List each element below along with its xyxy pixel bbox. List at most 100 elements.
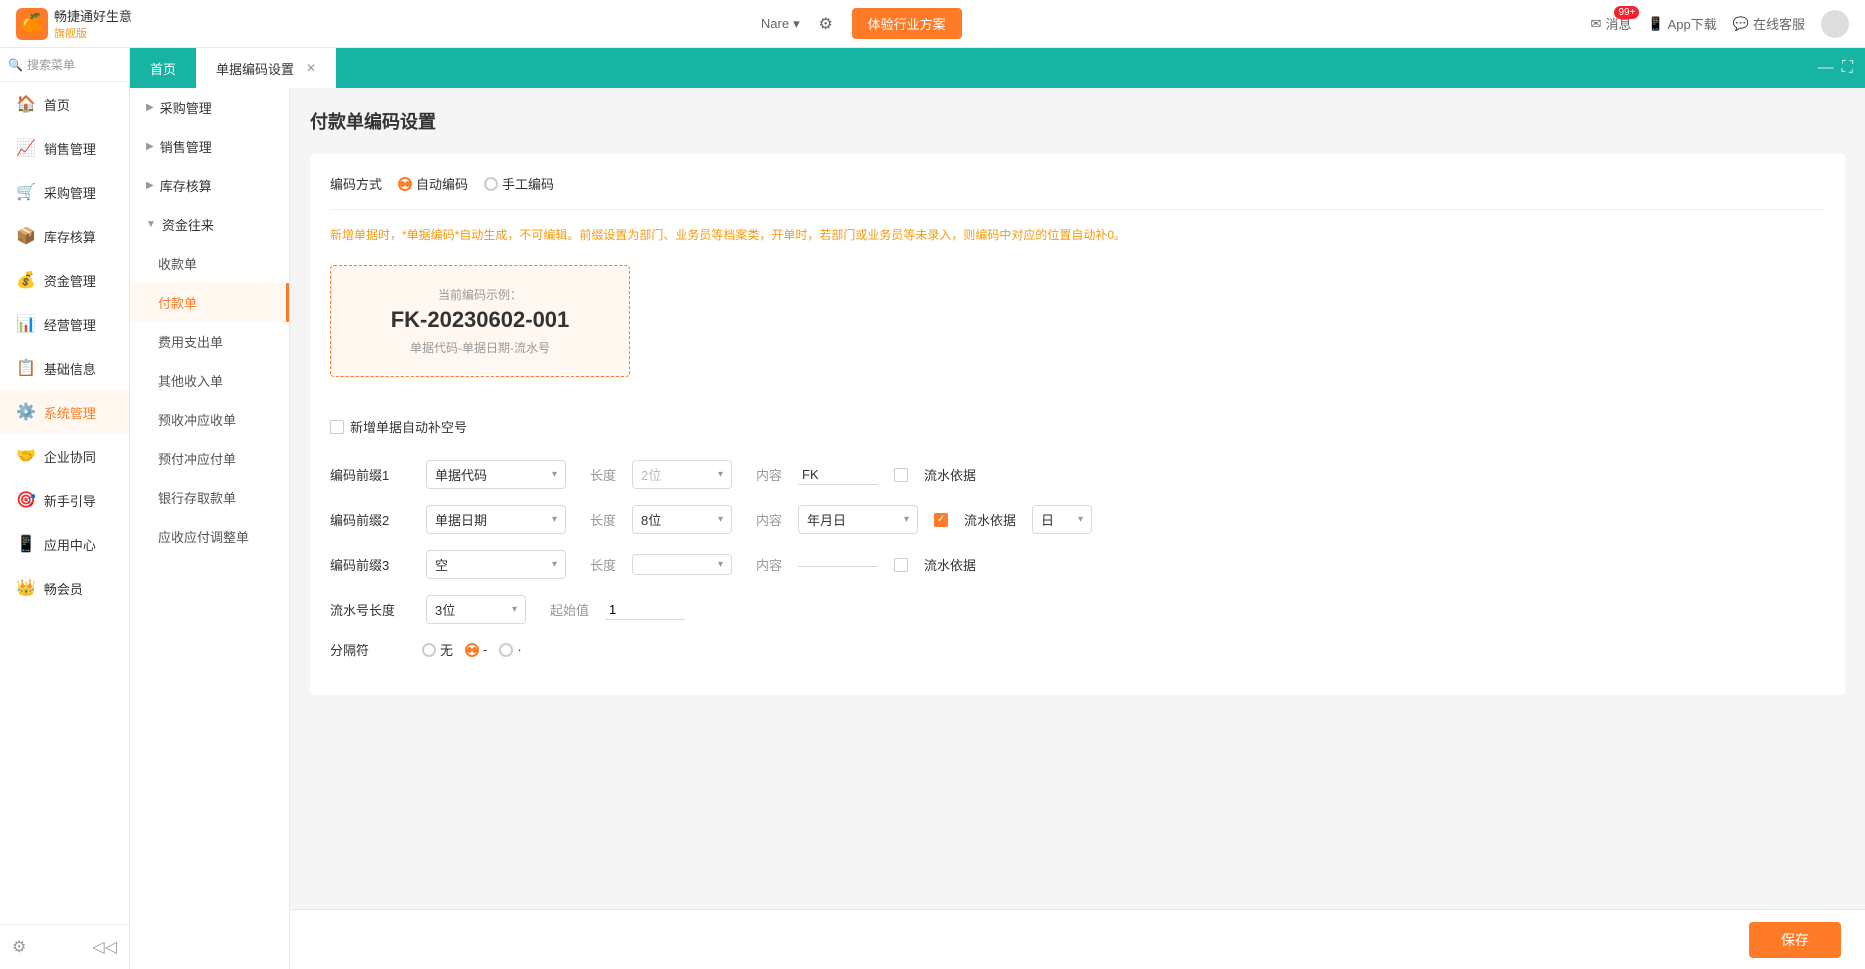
- prefix1-select[interactable]: 单据代码 ▾: [426, 460, 566, 489]
- stream2-period-select[interactable]: 日 ▾: [1032, 505, 1092, 534]
- sidebar-item-inventory-label: 库存核算: [44, 227, 96, 246]
- sidebar-item-newguide[interactable]: 🎯 新手引导: [0, 478, 129, 522]
- content1-label: 内容: [756, 465, 782, 484]
- tab-encoding[interactable]: 单据编码设置 ✕: [196, 48, 336, 88]
- sub-item-receivable-adjust[interactable]: 应收应付调整单: [130, 517, 289, 556]
- sidebar-item-operations[interactable]: 📊 经营管理: [0, 302, 129, 346]
- sub-item-bank-deposit[interactable]: 银行存取款单: [130, 478, 289, 517]
- content2-select[interactable]: 年月日 ▾: [798, 505, 918, 534]
- online-service-button[interactable]: 💬 在线客服: [1733, 14, 1805, 33]
- sidebar-item-vip[interactable]: 👑 畅会员: [0, 566, 129, 610]
- sub-item-receipt-label: 收款单: [158, 257, 197, 272]
- length2-select[interactable]: 8位 ▾: [632, 505, 732, 534]
- app-download-button[interactable]: 📱 App下载: [1647, 14, 1716, 33]
- sub-item-prepay-payment-label: 预付冲应付单: [158, 452, 236, 467]
- sidebar-item-enterprise[interactable]: 🤝 企业协同: [0, 434, 129, 478]
- sidebar-item-purchase[interactable]: 🛒 采购管理: [0, 170, 129, 214]
- prefix3-select[interactable]: 空 ▾: [426, 550, 566, 579]
- sidebar-item-system-label: 系统管理: [44, 403, 96, 422]
- sidebar-item-system[interactable]: ⚙️ 系统管理: [0, 390, 129, 434]
- preview-label: 当前编码示例：: [355, 286, 605, 303]
- sub-item-other-income[interactable]: 其他收入单: [130, 361, 289, 400]
- sub-item-prepay-payment[interactable]: 预付冲应付单: [130, 439, 289, 478]
- stream2-checkbox[interactable]: ✓: [934, 513, 948, 527]
- sidebar-item-basic-label: 基础信息: [44, 359, 96, 378]
- length1-select[interactable]: 2位 ▾: [632, 460, 732, 489]
- length2-label: 长度: [590, 510, 616, 529]
- sidebar-item-finance[interactable]: 💰 资金管理: [0, 258, 129, 302]
- prefix3-chevron-icon: ▾: [552, 559, 557, 570]
- sep-dot-value: ·: [517, 642, 521, 657]
- sub-header-capital[interactable]: ▼ 资金往来: [130, 205, 289, 244]
- auto-fill-checkbox[interactable]: [330, 420, 344, 434]
- sub-item-receipt[interactable]: 收款单: [130, 244, 289, 283]
- sep-dash-radio[interactable]: -: [465, 642, 487, 657]
- arrow-purchase-icon: ▶: [146, 102, 154, 113]
- enterprise-icon: 🤝: [16, 446, 36, 466]
- tab-encoding-label: 单据编码设置: [216, 59, 294, 78]
- auto-encoding-radio[interactable]: 自动编码: [398, 174, 468, 193]
- auto-encoding-label: 自动编码: [416, 174, 468, 193]
- start-value-input[interactable]: 1: [605, 600, 685, 620]
- tab-home[interactable]: 首页: [130, 48, 196, 88]
- sub-item-prepay-receivable[interactable]: 预收冲应收单: [130, 400, 289, 439]
- message-button[interactable]: ✉ 消息 99+: [1591, 14, 1632, 33]
- sub-item-expense[interactable]: 费用支出单: [130, 322, 289, 361]
- search-menu[interactable]: 🔍 搜索菜单: [0, 48, 129, 82]
- sub-group-purchase: ▶ 采购管理: [130, 88, 289, 127]
- sidebar-item-appcenter[interactable]: 📱 应用中心: [0, 522, 129, 566]
- topbar-right: ✉ 消息 99+ 📱 App下载 💬 在线客服: [1591, 10, 1849, 38]
- sub-header-purchase[interactable]: ▶ 采购管理: [130, 88, 289, 127]
- sep-dot-radio[interactable]: ·: [499, 642, 521, 657]
- prefix2-select[interactable]: 单据日期 ▾: [426, 505, 566, 534]
- newguide-icon: 🎯: [16, 490, 36, 510]
- company-dropdown[interactable]: Nare ▾: [761, 16, 800, 32]
- prefix1-chevron-icon: ▾: [552, 469, 557, 480]
- avatar[interactable]: [1821, 10, 1849, 38]
- prefix3-label: 编码前缀3: [330, 555, 410, 574]
- sub-item-payment[interactable]: 付款单: [130, 283, 289, 322]
- sub-group-sales: ▶ 销售管理: [130, 127, 289, 166]
- info-text: 新增单据时，*单据编码*自动生成，不可编辑。前缀设置为部门、业务员等档案类，开单…: [330, 226, 1825, 245]
- stream3-checkbox[interactable]: [894, 558, 908, 572]
- sub-header-inventory-label: 库存核算: [160, 176, 212, 195]
- length1-value: 2位: [641, 465, 661, 484]
- trial-button[interactable]: 体验行业方案: [852, 8, 962, 39]
- sidebar-item-inventory[interactable]: 📦 库存核算: [0, 214, 129, 258]
- settings-icon[interactable]: ⚙: [812, 10, 840, 38]
- tab-minimize-icon[interactable]: —: [1818, 59, 1834, 77]
- inventory-icon: 📦: [16, 226, 36, 246]
- sub-header-sales-label: 销售管理: [160, 137, 212, 156]
- operations-icon: 📊: [16, 314, 36, 334]
- length2-value: 8位: [641, 510, 661, 529]
- sidebar-item-basic[interactable]: 📋 基础信息: [0, 346, 129, 390]
- sub-header-sales[interactable]: ▶ 销售管理: [130, 127, 289, 166]
- content1-value: FK: [798, 465, 878, 485]
- company-name: Nare: [761, 16, 789, 31]
- sub-sidebar: ▶ 采购管理 ▶ 销售管理 ▶ 库存核算: [130, 88, 290, 969]
- sub-header-inventory[interactable]: ▶ 库存核算: [130, 166, 289, 205]
- sub-header-purchase-label: 采购管理: [160, 98, 212, 117]
- sidebar-item-sales[interactable]: 📈 销售管理: [0, 126, 129, 170]
- topbar-middle: Nare ▾ ⚙ 体验行业方案: [761, 8, 962, 39]
- length3-select[interactable]: ▾: [632, 554, 732, 575]
- manual-encoding-radio[interactable]: 手工编码: [484, 174, 554, 193]
- sidebar-collapse-icon[interactable]: ◁◁: [92, 937, 117, 957]
- message-icon: ✉: [1591, 16, 1602, 32]
- sep-none-label: 无: [440, 640, 453, 659]
- prefix1-row: 编码前缀1 单据代码 ▾ 长度 2位 ▾ 内容 FK: [330, 460, 1825, 489]
- sidebar-settings-icon[interactable]: ⚙: [12, 937, 26, 957]
- serial-length-select[interactable]: 3位 ▾: [426, 595, 526, 624]
- auto-fill-label: 新增单据自动补空号: [350, 417, 467, 436]
- tab-maximize-icon[interactable]: ⛶: [1842, 59, 1853, 77]
- sidebar-item-home-label: 首页: [44, 95, 70, 114]
- sub-item-other-income-label: 其他收入单: [158, 374, 223, 389]
- stream1-label: 流水依据: [924, 465, 976, 484]
- stream1-checkbox[interactable]: [894, 468, 908, 482]
- topbar-left: 🍊 畅捷通好生意 旗舰版: [16, 6, 132, 41]
- sep-dot-radio-circle: [499, 643, 513, 657]
- tab-close-icon[interactable]: ✕: [306, 61, 316, 75]
- sep-none-radio[interactable]: 无: [422, 640, 453, 659]
- save-button[interactable]: 保存: [1749, 922, 1841, 958]
- sidebar-item-home[interactable]: 🏠 首页: [0, 82, 129, 126]
